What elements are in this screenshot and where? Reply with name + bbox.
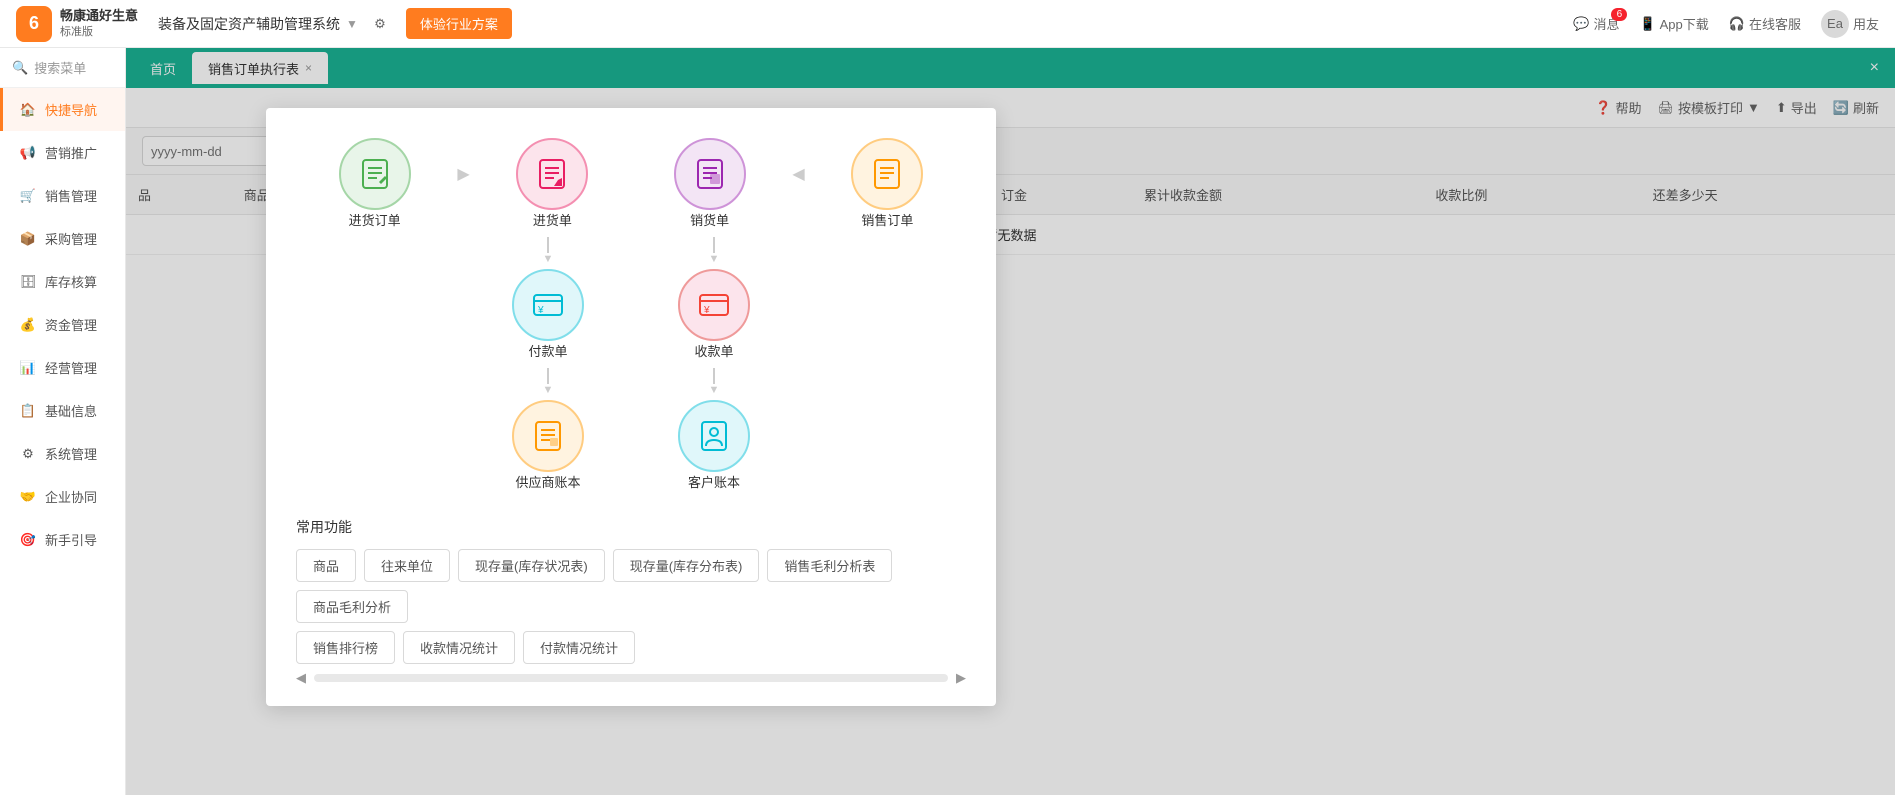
- flow-panel: 进货订单 ▶ 进: [266, 108, 996, 706]
- download-icon: 📱: [1639, 16, 1655, 32]
- common-functions-section: 常用功能 商品 往来单位 现存量(库存状况表) 现存量(库存分布表) 销售毛利分…: [296, 517, 966, 664]
- purchase-bill-label: 进货单: [533, 210, 572, 229]
- sales-order-icon[interactable]: [851, 138, 923, 210]
- purchase-order-icon[interactable]: [339, 138, 411, 210]
- func-btn-sales-profit[interactable]: 销售毛利分析表: [767, 549, 892, 582]
- message-button[interactable]: 💬 消息 6: [1573, 14, 1619, 33]
- experience-button[interactable]: 体验行业方案: [406, 8, 512, 39]
- sales-order-label: 销售订单: [861, 210, 913, 229]
- enterprise-icon: 🤝: [19, 488, 37, 506]
- payment-bill-label: 付款单: [528, 341, 567, 360]
- func-btn-stock-status[interactable]: 现存量(库存状况表): [458, 549, 605, 582]
- message-badge: 6: [1611, 8, 1627, 21]
- func-btn-payment-stats[interactable]: 付款情况统计: [523, 631, 635, 664]
- sidebar-item-enterprise[interactable]: 🤝 企业协同: [0, 475, 125, 518]
- func-btn-product-profit[interactable]: 商品毛利分析: [296, 590, 408, 623]
- scroll-hint: ◀ ▶: [296, 664, 966, 686]
- svg-text:¥: ¥: [537, 305, 544, 316]
- supplier-ledger-icon[interactable]: [512, 400, 584, 472]
- sidebar-item-base-info[interactable]: 📋 基础信息: [0, 389, 125, 432]
- sales-icon: 🛒: [19, 187, 37, 205]
- message-icon: 💬: [1573, 16, 1589, 32]
- user-avatar: Ea: [1821, 10, 1849, 38]
- sales-bill-icon[interactable]: [674, 138, 746, 210]
- system-dropdown-arrow[interactable]: ▼: [346, 17, 358, 31]
- sidebar-item-marketing[interactable]: 📢 营销推广: [0, 131, 125, 174]
- purchase-order-label: 进货订单: [349, 210, 401, 229]
- sidebar-navigation: 🏠 快捷导航 📢 营销推广 🛒 销售管理 📦 采购管理 🗄 库存核: [0, 88, 125, 795]
- receipt-bill-icon[interactable]: ¥: [678, 269, 750, 341]
- search-menu-area[interactable]: 🔍 搜索菜单: [0, 48, 125, 88]
- purchase-icon: 📦: [19, 230, 37, 248]
- svg-text:¥: ¥: [703, 305, 710, 316]
- system-title: 装备及固定资产辅助管理系统 ▼: [158, 14, 358, 34]
- marketing-icon: 📢: [19, 144, 37, 162]
- inventory-icon: 🗄: [19, 273, 37, 291]
- logo-text: 畅康通好生意 标准版: [60, 8, 138, 39]
- sidebar-item-purchase[interactable]: 📦 采购管理: [0, 217, 125, 260]
- customer-ledger-label: 客户账本: [688, 472, 740, 491]
- sidebar-item-sales[interactable]: 🛒 销售管理: [0, 174, 125, 217]
- system-icon: ⚙: [19, 445, 37, 463]
- overlay[interactable]: 进货订单 ▶ 进: [126, 48, 1895, 795]
- func-btn-receipt-stats[interactable]: 收款情况统计: [403, 631, 515, 664]
- finance-icon: 💰: [19, 316, 37, 334]
- func-btn-sales-ranking[interactable]: 销售排行榜: [296, 631, 395, 664]
- base-info-icon: 📋: [19, 402, 37, 420]
- operations-icon: 📊: [19, 359, 37, 377]
- user-area[interactable]: Ea 用友: [1821, 10, 1879, 38]
- app-download-button[interactable]: 📱 App下载: [1639, 14, 1708, 33]
- func-buttons-row2: 销售排行榜 收款情况统计 付款情况统计: [296, 631, 966, 664]
- payment-bill-icon[interactable]: ¥: [512, 269, 584, 341]
- search-icon: 🔍: [12, 60, 28, 76]
- scroll-right-arrow[interactable]: ▶: [956, 670, 966, 686]
- receipt-bill-label: 收款单: [694, 341, 733, 360]
- sidebar-item-quick-nav[interactable]: 🏠 快捷导航: [0, 88, 125, 131]
- horizontal-scrollbar[interactable]: [314, 674, 948, 682]
- sidebar-item-finance[interactable]: 💰 资金管理: [0, 303, 125, 346]
- sidebar-item-guide[interactable]: 🎯 新手引导: [0, 518, 125, 561]
- guide-icon: 🎯: [19, 531, 37, 549]
- sidebar-item-system[interactable]: ⚙ 系统管理: [0, 432, 125, 475]
- func-btn-product[interactable]: 商品: [296, 549, 356, 582]
- supplier-ledger-label: 供应商账本: [515, 472, 580, 491]
- func-btn-stock-distribution[interactable]: 现存量(库存分布表): [613, 549, 760, 582]
- func-btn-partner[interactable]: 往来单位: [364, 549, 450, 582]
- scroll-left-arrow[interactable]: ◀: [296, 670, 306, 686]
- sidebar-item-operations[interactable]: 📊 经营管理: [0, 346, 125, 389]
- common-funcs-title: 常用功能: [296, 517, 966, 537]
- home-icon: 🏠: [19, 101, 37, 119]
- sidebar-item-inventory[interactable]: 🗄 库存核算: [0, 260, 125, 303]
- customer-ledger-icon[interactable]: [678, 400, 750, 472]
- sales-bill-label: 销货单: [690, 210, 729, 229]
- service-icon: 🎧: [1729, 16, 1745, 32]
- purchase-bill-icon[interactable]: [516, 138, 588, 210]
- gear-button[interactable]: ⚙: [366, 10, 394, 38]
- func-buttons-row1: 商品 往来单位 现存量(库存状况表) 现存量(库存分布表) 销售毛利分析表 商品…: [296, 549, 966, 623]
- app-logo-icon: 6: [16, 6, 52, 42]
- online-service-button[interactable]: 🎧 在线客服: [1729, 14, 1801, 33]
